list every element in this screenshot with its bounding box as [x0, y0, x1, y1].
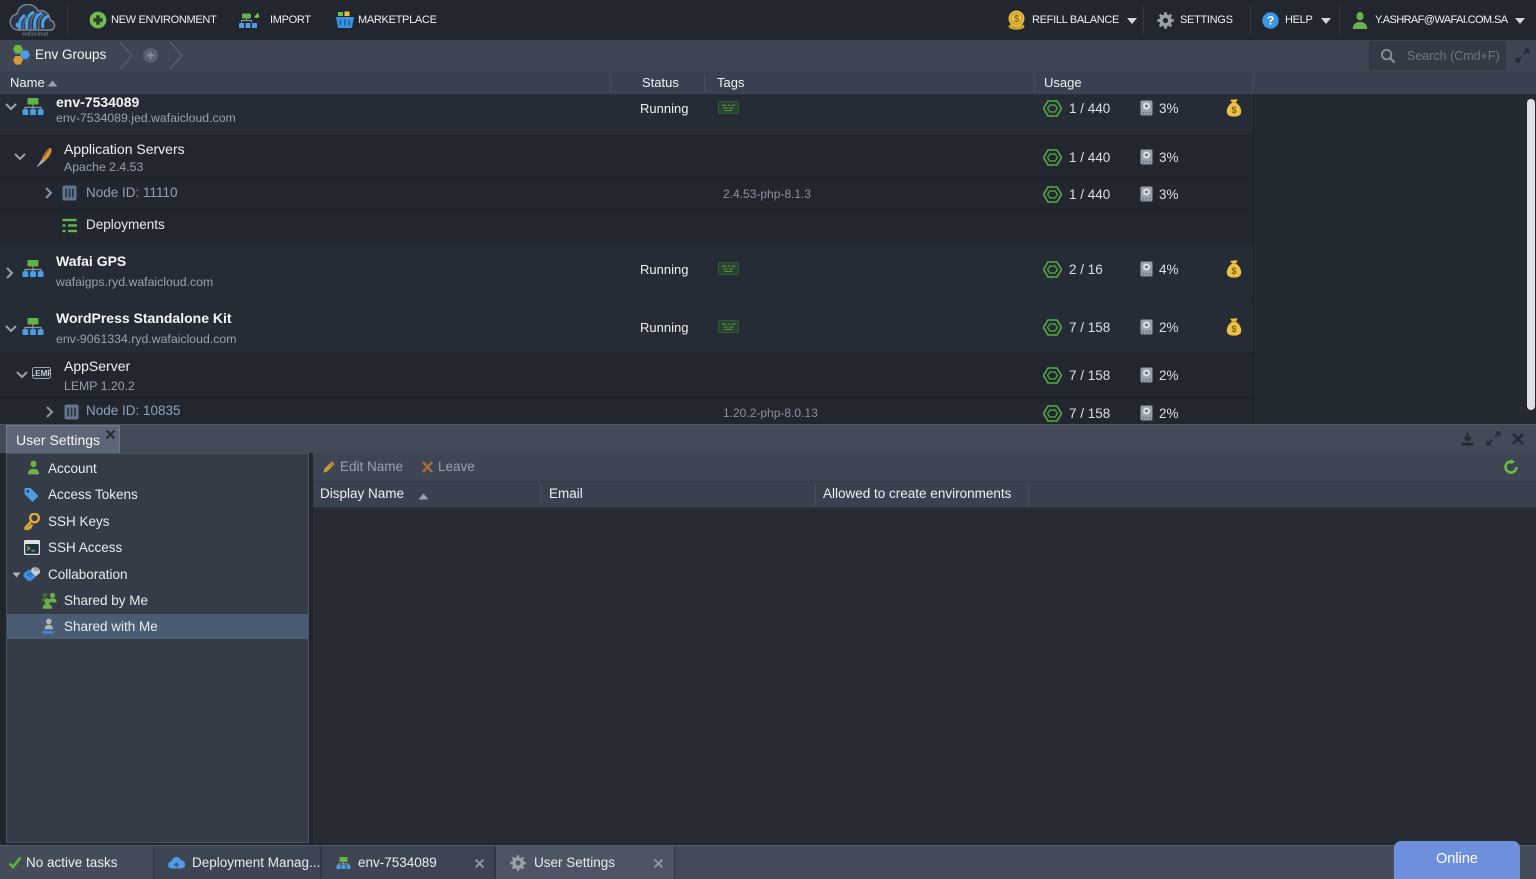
svg-text:$: $ — [1014, 14, 1020, 25]
svg-text:wafaicloud: wafaicloud — [21, 32, 48, 37]
svg-text:?: ? — [1267, 15, 1274, 27]
